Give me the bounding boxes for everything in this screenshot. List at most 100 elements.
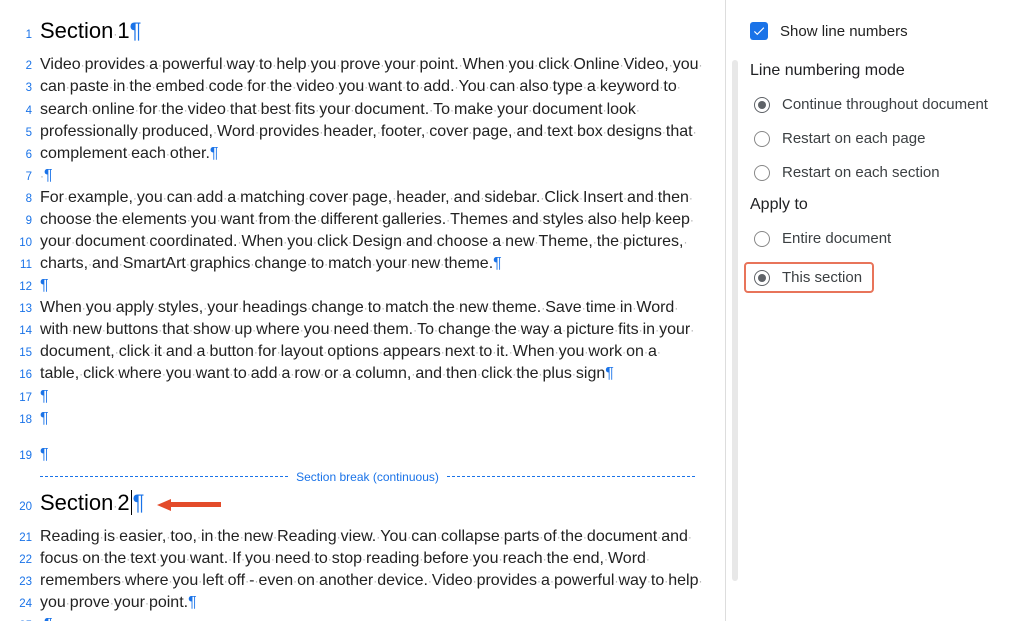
line-number: 2 bbox=[8, 59, 32, 75]
line-text: When·you·apply·styles,·your·headings·cha… bbox=[40, 297, 695, 319]
line-text: with·new·buttons·that·show·up·where·you·… bbox=[40, 319, 695, 341]
line-text: complement·each·other.¶ bbox=[40, 143, 695, 165]
radio-checked-icon[interactable] bbox=[754, 97, 770, 113]
heading-text: Section·1¶ bbox=[40, 16, 695, 46]
section-1-heading[interactable]: 1 Section·1¶ bbox=[8, 16, 695, 46]
line-text: your·document·coordinated.·When·you·clic… bbox=[40, 231, 695, 253]
mode-restart-each-section[interactable]: Restart on each section bbox=[750, 162, 1006, 183]
section-break-indicator: Section break (continuous) bbox=[40, 470, 695, 484]
line-number: 13 bbox=[8, 302, 32, 318]
line-text: you·prove·your·point.¶ bbox=[40, 592, 695, 614]
radio-label: Restart on each page bbox=[782, 130, 925, 147]
line-text: document,·click·it·and·a·button·for·layo… bbox=[40, 341, 695, 363]
line-numbering-mode-label: Line numbering mode bbox=[750, 62, 1006, 80]
line-text: charts,·and·SmartArt·graphics·change·to·… bbox=[40, 253, 695, 275]
document-line[interactable]: 18¶ bbox=[8, 408, 695, 430]
line-text: can·paste·in·the·embed·code·for·the·vide… bbox=[40, 76, 695, 98]
document-pane: 1 Section·1¶ 2Video·provides·a·powerful·… bbox=[0, 0, 726, 621]
line-number: 22 bbox=[8, 553, 32, 569]
line-text: Reading·is·easier,·too,·in·the·new·Readi… bbox=[40, 526, 695, 548]
highlight-annotation: This section bbox=[744, 262, 874, 293]
radio-label: Entire document bbox=[782, 230, 891, 247]
radio-checked-icon[interactable] bbox=[754, 270, 770, 286]
radio-label: This section bbox=[782, 269, 862, 286]
line-text: choose·the·elements·you·want·from·the·di… bbox=[40, 209, 695, 231]
apply-this-section[interactable]: This section bbox=[750, 267, 866, 288]
document-line[interactable]: 22 focus·on·the·text·you·want.·If·you·nee… bbox=[8, 548, 695, 570]
line-number: 23 bbox=[8, 575, 32, 591]
document-line[interactable]: 12 ¶ bbox=[8, 275, 695, 297]
line-number: 8 bbox=[8, 192, 32, 208]
document-line[interactable]: 14 with·new·buttons·that·show·up·where·yo… bbox=[8, 319, 695, 341]
radio-label: Restart on each section bbox=[782, 164, 940, 181]
show-line-numbers-label: Show line numbers bbox=[780, 23, 908, 40]
document-line[interactable]: 3 can·paste·in·the·embed·code·for·the·vid… bbox=[8, 76, 695, 98]
line-number: 10 bbox=[8, 236, 32, 252]
document-line[interactable]: 11 charts,·and·SmartArt·graphics·change·t… bbox=[8, 253, 695, 275]
line-text: ¶ bbox=[40, 444, 695, 466]
line-text: For·example,·you·can·add·a·matching·cove… bbox=[40, 187, 695, 209]
heading-text: Section·2¶ bbox=[40, 488, 695, 518]
radio-icon[interactable] bbox=[754, 231, 770, 247]
document-line[interactable]: 21 Reading·is·easier,·too,·in·the·new·Rea… bbox=[8, 526, 695, 548]
line-text: Video·provides·a·powerful·way·to·help·yo… bbox=[40, 54, 702, 76]
sidebar-scrollbar[interactable] bbox=[732, 60, 738, 581]
red-arrow-annotation bbox=[157, 499, 221, 511]
line-text: table,·click·where·you·want·to·add·a·row… bbox=[40, 363, 695, 385]
line-number: 17 bbox=[8, 391, 32, 407]
mode-restart-each-page[interactable]: Restart on each page bbox=[750, 128, 1006, 149]
line-number: 4 bbox=[8, 104, 32, 120]
section-break-label: Section break (continuous) bbox=[288, 470, 447, 484]
line-text: search·online·for·the·video·that·best·fi… bbox=[40, 99, 695, 121]
line-number: 19 bbox=[8, 449, 32, 465]
document-line[interactable]: 17 ¶ bbox=[8, 386, 695, 408]
section-2-heading[interactable]: 20 Section·2¶ bbox=[8, 488, 695, 518]
checkbox-checked-icon[interactable] bbox=[750, 22, 768, 40]
document-line[interactable]: 6 complement·each·other.¶ bbox=[8, 143, 695, 165]
line-number: 5 bbox=[8, 126, 32, 142]
document-line[interactable]: 5 professionally·produced,·Word·provides·… bbox=[8, 121, 695, 143]
line-number: 3 bbox=[8, 81, 32, 97]
show-line-numbers-checkbox-row[interactable]: Show line numbers bbox=[750, 22, 1006, 40]
radio-label: Continue throughout document bbox=[782, 96, 988, 113]
line-number: 20 bbox=[8, 500, 32, 516]
document-line[interactable]: 25·¶ bbox=[8, 614, 695, 621]
line-number: 21 bbox=[8, 531, 32, 547]
line-text: professionally·produced,·Word·provides·h… bbox=[40, 121, 697, 143]
line-number: 24 bbox=[8, 597, 32, 613]
document-line[interactable]: 23remembers·where·you·left·off·-·even·on… bbox=[8, 570, 695, 592]
document-line[interactable]: 4 search·online·for·the·video·that·best·f… bbox=[8, 99, 695, 121]
line-text: focus·on·the·text·you·want.·If·you·need·… bbox=[40, 548, 695, 570]
line-text: ¶ bbox=[40, 275, 695, 297]
line-text: ¶ bbox=[40, 408, 695, 430]
document-line[interactable]: 2Video·provides·a·powerful·way·to·help·y… bbox=[8, 54, 695, 76]
line-text: ¶ bbox=[40, 386, 695, 408]
document-line[interactable]: 24 you·prove·your·point.¶ bbox=[8, 592, 695, 614]
apply-to-label: Apply to bbox=[750, 196, 1006, 214]
line-text: ·¶ bbox=[40, 614, 695, 621]
apply-entire-document[interactable]: Entire document bbox=[750, 228, 1006, 249]
line-number: 9 bbox=[8, 214, 32, 230]
line-number: 6 bbox=[8, 148, 32, 164]
line-text: remembers·where·you·left·off·-·even·on·a… bbox=[40, 570, 702, 592]
line-text: ·¶ bbox=[40, 165, 695, 187]
document-line[interactable]: 10 your·document·coordinated.·When·you·cl… bbox=[8, 231, 695, 253]
document-line[interactable]: 19 ¶ bbox=[8, 444, 695, 466]
line-number: 1 bbox=[8, 28, 32, 44]
line-number: 14 bbox=[8, 324, 32, 340]
line-numbers-sidebar: Show line numbers Line numbering mode Co… bbox=[726, 0, 1024, 621]
document-line[interactable]: 13 When·you·apply·styles,·your·headings·c… bbox=[8, 297, 695, 319]
document-line[interactable]: 8 For·example,·you·can·add·a·matching·cov… bbox=[8, 187, 695, 209]
line-number: 12 bbox=[8, 280, 32, 296]
document-line[interactable]: 9 choose·the·elements·you·want·from·the·d… bbox=[8, 209, 695, 231]
document-line[interactable]: 16 table,·click·where·you·want·to·add·a·r… bbox=[8, 363, 695, 385]
line-number: 7 bbox=[8, 170, 32, 186]
line-number: 11 bbox=[8, 258, 32, 274]
line-number: 15 bbox=[8, 346, 32, 362]
document-line[interactable]: 7 ·¶ bbox=[8, 165, 695, 187]
radio-icon[interactable] bbox=[754, 131, 770, 147]
line-number: 16 bbox=[8, 368, 32, 384]
document-line[interactable]: 15 document,·click·it·and·a·button·for·la… bbox=[8, 341, 695, 363]
radio-icon[interactable] bbox=[754, 165, 770, 181]
mode-continue-throughout-document[interactable]: Continue throughout document bbox=[750, 94, 1006, 115]
